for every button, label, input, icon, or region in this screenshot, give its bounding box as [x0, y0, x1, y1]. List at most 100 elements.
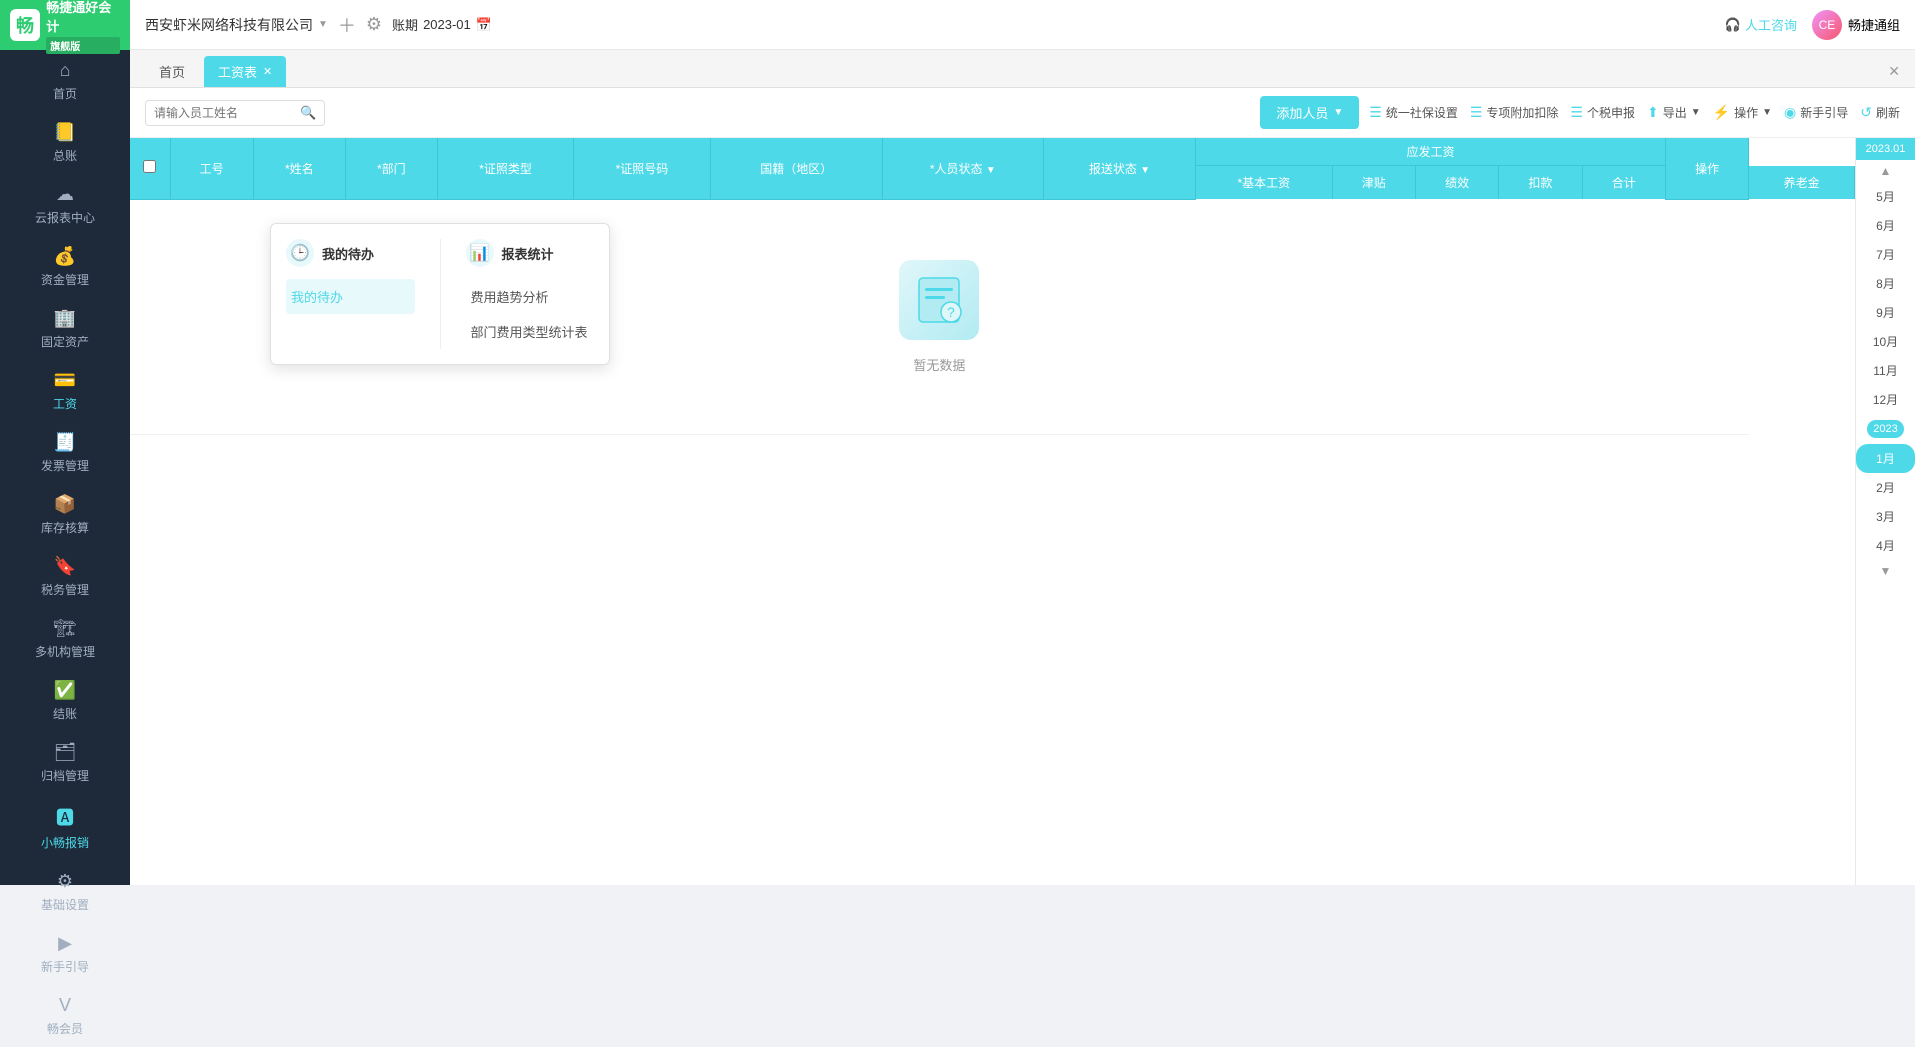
- operation-button[interactable]: ⚡ 操作 ▼: [1713, 104, 1772, 121]
- user-name: 畅捷通组: [1848, 15, 1900, 34]
- sidebar-item-guide[interactable]: ▶ 新手引导: [0, 923, 130, 985]
- th-nationality: 国籍（地区）: [710, 138, 882, 199]
- date-month-2023-01[interactable]: 1月: [1856, 444, 1915, 473]
- export-button[interactable]: ⬆ 导出 ▼: [1647, 104, 1701, 121]
- refresh-button[interactable]: ↺ 刷新: [1860, 104, 1900, 121]
- sidebar-label-xiaochang: 小畅报销: [41, 834, 89, 851]
- date-month-2022-08[interactable]: 8月: [1856, 269, 1915, 298]
- new-guide-label: 新手引导: [1800, 104, 1848, 121]
- date-month-2022-05[interactable]: 5月: [1856, 182, 1915, 211]
- individual-tax-button[interactable]: ☰ 个税申报: [1570, 104, 1635, 121]
- date-month-2022-09[interactable]: 9月: [1856, 298, 1915, 327]
- tab-salary-table[interactable]: 工资表 ✕: [204, 56, 286, 87]
- sidebar-item-ledger[interactable]: 📒 总账: [0, 112, 130, 174]
- date-nav-up[interactable]: ▲: [1856, 160, 1915, 182]
- period-value: 2023-01: [423, 17, 471, 32]
- dropdown-item-dept-cost[interactable]: 部门费用类型统计表: [466, 314, 595, 349]
- service-button[interactable]: 🎧 人工咨询: [1725, 15, 1797, 34]
- tax-report-icon: ☰: [1570, 104, 1583, 121]
- content-area: 🔍 添加人员 ▼ ☰ 统一社保设置 ☰ 专项附加扣除 ☰ 个税申报: [130, 88, 1915, 885]
- th-base-salary: *基本工资: [1196, 166, 1332, 200]
- th-employee-id: 工号: [170, 138, 253, 199]
- sidebar-item-funds[interactable]: 💰 资金管理: [0, 236, 130, 298]
- sidebar-label-ledger: 总账: [53, 147, 77, 164]
- sidebar-item-cloud-report[interactable]: ☁ 云报表中心: [0, 174, 130, 236]
- logo-text-block: 畅捷通好会计 旗舰版: [46, 0, 120, 54]
- invoice-icon: 🧾: [54, 432, 76, 453]
- close-all-button[interactable]: ✕: [1888, 63, 1900, 80]
- headset-icon: 🎧: [1725, 17, 1741, 33]
- new-guide-button[interactable]: ◉ 新手引导: [1784, 104, 1848, 121]
- sidebar-item-home[interactable]: ⌂ 首页: [0, 50, 130, 112]
- sidebar-item-closing[interactable]: ✅ 结账: [0, 670, 130, 732]
- date-panel: 2023.01 ▲ 5月 6月 7月 8月 9月 10月 11月 12月 202…: [1855, 138, 1915, 885]
- sidebar-item-basic[interactable]: ⚙ 基础设置: [0, 861, 130, 923]
- date-month-2023-03[interactable]: 3月: [1856, 502, 1915, 531]
- sidebar-item-fixed-assets[interactable]: 🏢 固定资产: [0, 298, 130, 360]
- date-month-2022-06[interactable]: 6月: [1856, 211, 1915, 240]
- sidebar-label-tax: 税务管理: [41, 581, 89, 598]
- sidebar: 畅 畅捷通好会计 旗舰版 ⌂ 首页 📒 总账 ☁ 云报表中心 💰 资金管理 🏢 …: [0, 0, 130, 885]
- deduction-icon: ☰: [1470, 104, 1483, 121]
- th-department: *部门: [345, 138, 437, 199]
- sidebar-item-tax[interactable]: 🔖 税务管理: [0, 546, 130, 608]
- date-month-2022-10[interactable]: 10月: [1856, 327, 1915, 356]
- user-info[interactable]: CE 畅捷通组: [1812, 10, 1900, 40]
- unified-insurance-button[interactable]: ☰ 统一社保设置: [1369, 104, 1458, 121]
- xiaochang-icon: 🅰: [56, 804, 74, 830]
- select-all-checkbox[interactable]: [143, 160, 156, 173]
- sidebar-label-funds: 资金管理: [41, 271, 89, 288]
- th-deduction: 扣款: [1499, 166, 1582, 200]
- special-deduction-button[interactable]: ☰ 专项附加扣除: [1470, 104, 1559, 121]
- dropdown-item-cost-trend[interactable]: 费用趋势分析: [466, 279, 595, 314]
- svg-text:?: ?: [947, 304, 955, 320]
- date-month-2023-02[interactable]: 2月: [1856, 473, 1915, 502]
- tab-salary-label: 工资表: [218, 62, 257, 81]
- settings-button[interactable]: ⚙: [366, 14, 382, 35]
- status-filter-icon[interactable]: ▼: [986, 165, 996, 176]
- sidebar-label-member: 畅会员: [47, 1020, 83, 1037]
- th-operation: 操作: [1665, 138, 1748, 199]
- sidebar-item-xiaochang[interactable]: 🅰 小畅报销: [0, 794, 130, 861]
- ledger-icon: 📒: [54, 122, 76, 143]
- search-input[interactable]: [154, 106, 294, 120]
- sidebar-item-member[interactable]: V 畅会员: [0, 985, 130, 1047]
- closing-icon: ✅: [54, 680, 76, 701]
- sidebar-item-salary[interactable]: 💳 工资: [0, 360, 130, 422]
- dropdown-section-2-header: 📊 报表统计: [466, 239, 595, 267]
- dropdown-item-todo[interactable]: 我的待办: [286, 279, 415, 314]
- calendar-icon[interactable]: 📅: [476, 17, 492, 33]
- operation-icon: ⚡: [1713, 104, 1730, 121]
- sidebar-item-archive[interactable]: 🗂 归档管理: [0, 732, 130, 794]
- basic-icon: ⚙: [57, 871, 73, 892]
- archive-icon: 🗂: [54, 742, 77, 763]
- sidebar-item-multi-org[interactable]: 🏗 多机构管理: [0, 608, 130, 670]
- export-icon: ⬆: [1647, 104, 1659, 121]
- fixed-assets-icon: 🏢: [54, 308, 76, 329]
- dropdown-divider: [440, 239, 441, 349]
- date-nav-down[interactable]: ▼: [1856, 560, 1915, 582]
- topbar-right: 🎧 人工咨询 CE 畅捷通组: [1725, 10, 1900, 40]
- th-checkbox[interactable]: [130, 138, 170, 199]
- service-label: 人工咨询: [1745, 15, 1797, 34]
- date-month-2022-12[interactable]: 12月: [1856, 385, 1915, 414]
- th-report-status: 报送状态 ▼: [1043, 138, 1195, 199]
- date-month-2022-07[interactable]: 7月: [1856, 240, 1915, 269]
- member-icon: V: [59, 995, 71, 1016]
- company-dropdown-arrow[interactable]: ▼: [318, 19, 328, 30]
- date-month-2023-04[interactable]: 4月: [1856, 531, 1915, 560]
- multi-org-icon: 🏗: [54, 618, 77, 639]
- date-month-2022-11[interactable]: 11月: [1856, 356, 1915, 385]
- add-button[interactable]: ＋: [338, 12, 356, 38]
- sidebar-item-invoice[interactable]: 🧾 发票管理: [0, 422, 130, 484]
- tab-close-icon[interactable]: ✕: [263, 65, 272, 78]
- th-name: *姓名: [253, 138, 345, 199]
- add-people-button[interactable]: 添加人员 ▼: [1260, 96, 1359, 129]
- report-filter-icon[interactable]: ▼: [1140, 165, 1150, 176]
- cloud-icon: ☁: [56, 184, 74, 205]
- toolbar-buttons: ☰ 统一社保设置 ☰ 专项附加扣除 ☰ 个税申报 ⬆ 导出 ▼ ⚡: [1369, 104, 1900, 121]
- special-deduction-label: 专项附加扣除: [1486, 104, 1558, 121]
- sidebar-item-inventory[interactable]: 📦 库存核算: [0, 484, 130, 546]
- tab-home[interactable]: 首页: [145, 56, 199, 87]
- export-label: 导出: [1663, 104, 1687, 121]
